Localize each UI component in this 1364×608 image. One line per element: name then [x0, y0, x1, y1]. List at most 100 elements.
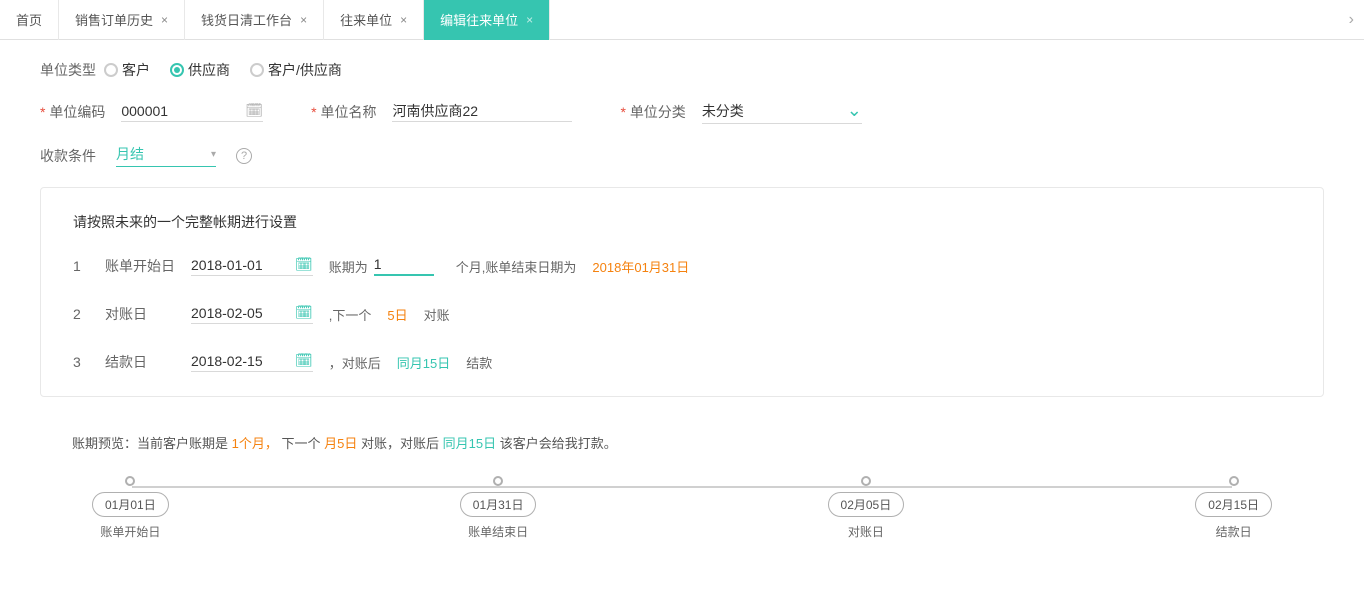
timeline-nodes: 01月01日 账单开始日 01月31日 账单结束日 02月05日 对账日 — [92, 476, 1272, 540]
tab-partner-close[interactable]: × — [400, 13, 407, 27]
tab-partner[interactable]: 往来单位 × — [324, 0, 424, 40]
setting-field-3: 结款日 — [105, 352, 175, 372]
timeline-badge-3: 02月05日 — [828, 492, 905, 517]
unit-name-field — [392, 103, 572, 122]
radio-customer-circle — [104, 63, 118, 77]
setting-end-date: 2018年01月31日 — [592, 257, 689, 276]
timeline-dot-1 — [125, 476, 135, 486]
setting-date-input-1[interactable] — [191, 257, 291, 273]
setting-desc-2a: ,下一个 — [329, 305, 372, 324]
setting-field-1: 账单开始日 — [105, 256, 175, 276]
tab-edit-partner[interactable]: 编辑往来单位 × — [424, 0, 550, 40]
period-input[interactable] — [374, 256, 434, 276]
unit-name-input[interactable] — [392, 103, 572, 119]
tab-edit-partner-close[interactable]: × — [526, 13, 533, 27]
unit-type-label: 单位类型 — [40, 60, 96, 80]
payment-help-icon[interactable]: ? — [236, 148, 252, 164]
unit-category-value: 未分类 — [702, 101, 847, 121]
preview-text-before: 账期预览：当前客户账期是 — [72, 436, 228, 451]
unit-category-select[interactable]: 未分类 ⌄ — [702, 100, 862, 124]
preview-text-mid2: 对账，对账后 — [361, 436, 439, 451]
timeline-node-3: 02月05日 对账日 — [828, 476, 905, 540]
preview-text-mid1: 下一个 — [282, 436, 321, 451]
radio-both-label: 客户/供应商 — [268, 60, 342, 80]
timeline-label-4: 结款日 — [1216, 523, 1252, 540]
radio-both-circle — [250, 63, 264, 77]
timeline-node-2: 01月31日 账单结束日 — [460, 476, 537, 540]
settings-title: 请按照未来的一个完整帐期进行设置 — [73, 212, 1291, 232]
setting-num-3: 3 — [73, 354, 93, 370]
unit-category-chevron-icon: ⌄ — [847, 100, 862, 121]
unit-type-radio-group: 客户 供应商 客户/供应商 — [104, 60, 342, 80]
radio-supplier[interactable]: 供应商 — [170, 60, 230, 80]
payment-select[interactable]: 月结 ▾ — [116, 144, 216, 167]
preview-highlight-2: 月5日 — [324, 436, 357, 451]
tabs-bar: 首页 销售订单历史 × 钱货日清工作台 × 往来单位 × 编辑往来单位 × › — [0, 0, 1364, 40]
payment-value: 月结 — [116, 144, 205, 164]
setting-row-2: 2 对账日 🗓 ,下一个 5日 对账 — [73, 304, 1291, 324]
payment-chevron-icon: ▾ — [211, 149, 216, 160]
radio-supplier-label: 供应商 — [188, 60, 230, 80]
tab-sales-order[interactable]: 销售订单历史 × — [59, 0, 185, 40]
preview-section: 账期预览：当前客户账期是 1个月， 下一个 月5日 对账，对账后 同月15日 该… — [40, 417, 1324, 556]
radio-supplier-circle — [170, 63, 184, 77]
calendar-icon-2[interactable]: 🗓 — [295, 304, 313, 321]
setting-row-3: 3 结款日 🗓 ，对账后 同月15日 结款 — [73, 352, 1291, 372]
unit-info-row: 单位编码 🗓 单位名称 单位分类 未分类 ⌄ — [40, 100, 1324, 124]
setting-reconcile-day: 5日 — [387, 305, 407, 324]
calendar-icon-1[interactable]: 🗓 — [295, 256, 313, 273]
unit-name-label: 单位名称 — [311, 102, 376, 122]
tab-home[interactable]: 首页 — [0, 0, 59, 40]
unit-code-calendar-icon[interactable]: 🗓 — [245, 102, 263, 119]
setting-desc-3b: 结款 — [466, 353, 492, 372]
radio-both[interactable]: 客户/供应商 — [250, 60, 342, 80]
setting-num-2: 2 — [73, 306, 93, 322]
setting-date-input-2[interactable] — [191, 305, 291, 321]
timeline-badge-2: 01月31日 — [460, 492, 537, 517]
preview-highlight-1: 1个月， — [232, 436, 278, 451]
setting-date-2: 🗓 — [191, 304, 313, 324]
setting-payment-day: 同月15日 — [397, 353, 450, 372]
unit-code-label: 单位编码 — [40, 102, 105, 122]
calendar-icon-3[interactable]: 🗓 — [295, 352, 313, 369]
payment-label: 收款条件 — [40, 146, 96, 166]
tabs-more-arrow[interactable]: › — [1339, 11, 1364, 29]
settings-box: 请按照未来的一个完整帐期进行设置 1 账单开始日 🗓 账期为 个月,账单结束日期… — [40, 187, 1324, 397]
setting-num-1: 1 — [73, 258, 93, 274]
timeline-dot-3 — [861, 476, 871, 486]
tab-sales-order-label: 销售订单历史 — [75, 10, 153, 29]
timeline-dot-4 — [1229, 476, 1239, 486]
tab-partner-label: 往来单位 — [340, 10, 392, 29]
radio-customer[interactable]: 客户 — [104, 60, 150, 80]
tab-cash-work[interactable]: 钱货日清工作台 × — [185, 0, 324, 40]
tab-cash-work-close[interactable]: × — [300, 13, 307, 27]
timeline-badge-1: 01月01日 — [92, 492, 169, 517]
timeline-container: 01月01日 账单开始日 01月31日 账单结束日 02月05日 对账日 — [72, 476, 1292, 540]
tab-edit-partner-label: 编辑往来单位 — [440, 10, 518, 29]
setting-desc-2b: 对账 — [424, 305, 450, 324]
unit-code-field: 🗓 — [121, 102, 263, 122]
unit-code-input[interactable] — [121, 103, 241, 119]
tab-home-label: 首页 — [16, 10, 42, 29]
tab-sales-order-close[interactable]: × — [161, 13, 168, 27]
timeline-node-4: 02月15日 结款日 — [1195, 476, 1272, 540]
timeline-badge-4: 02月15日 — [1195, 492, 1272, 517]
timeline-node-1: 01月01日 账单开始日 — [92, 476, 169, 540]
unit-category-label: 单位分类 — [620, 102, 685, 122]
setting-desc-1b: 个月,账单结束日期为 — [456, 257, 577, 276]
radio-customer-label: 客户 — [122, 60, 150, 80]
setting-desc-3a: ，对账后 — [329, 353, 381, 372]
preview-text-end: 该客户会给我打款。 — [500, 436, 617, 451]
setting-row-1: 1 账单开始日 🗓 账期为 个月,账单结束日期为 2018年01月31日 — [73, 256, 1291, 276]
setting-date-1: 🗓 — [191, 256, 313, 276]
preview-text: 账期预览：当前客户账期是 1个月， 下一个 月5日 对账，对账后 同月15日 该… — [72, 433, 1292, 452]
setting-field-2: 对账日 — [105, 304, 175, 324]
main-content: 单位类型 客户 供应商 客户/供应商 单位编码 🗓 单位 — [0, 40, 1364, 608]
tab-cash-work-label: 钱货日清工作台 — [201, 10, 292, 29]
payment-row: 收款条件 月结 ▾ ? — [40, 144, 1324, 167]
timeline-label-2: 账单结束日 — [468, 523, 528, 540]
setting-date-3: 🗓 — [191, 352, 313, 372]
timeline-dot-2 — [493, 476, 503, 486]
unit-type-row: 单位类型 客户 供应商 客户/供应商 — [40, 60, 1324, 80]
setting-date-input-3[interactable] — [191, 353, 291, 369]
